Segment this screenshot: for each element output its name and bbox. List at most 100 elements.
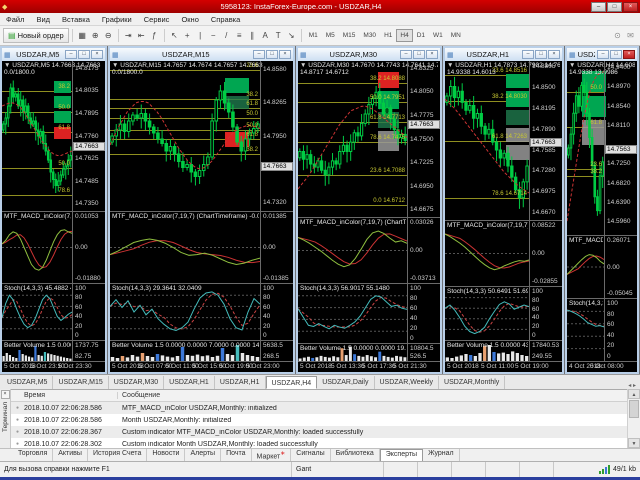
terminal-tab-1[interactable]: Активы: [53, 449, 88, 461]
terminal-tab-10[interactable]: Журнал: [423, 449, 460, 461]
terminal-tab-3[interactable]: Новости: [147, 449, 185, 461]
terminal-tab-9[interactable]: Эксперты: [380, 449, 423, 461]
timeframe-MN-button[interactable]: MN: [447, 29, 465, 42]
scroll-up-icon[interactable]: ▲: [628, 389, 640, 399]
chart-restore-button[interactable]: □: [266, 50, 278, 59]
chart-tab-USDZARH4[interactable]: USDZAR,H4: [266, 376, 318, 389]
menu-item-3[interactable]: Графики: [96, 15, 138, 24]
new-order-button[interactable]: ▤Новый ордер: [3, 28, 69, 43]
timeframe-D1-button[interactable]: D1: [413, 29, 429, 42]
chart-tab-USDZARWeekly[interactable]: USDZAR,Weekly: [375, 376, 440, 389]
timeframe-H4-button[interactable]: H4: [396, 29, 412, 42]
menu-item-6[interactable]: Справка: [205, 15, 246, 24]
timeframe-M1-button[interactable]: M1: [305, 29, 322, 42]
terminal-close-icon[interactable]: ×: [1, 390, 10, 399]
chart-close-button[interactable]: ×: [548, 50, 560, 59]
terminal-tab-8[interactable]: Библиотека: [331, 449, 380, 461]
chat-button[interactable]: ✉: [624, 28, 637, 43]
app-titlebar[interactable]: ◆ 5958123: InstaForex-Europe.com - USDZA…: [0, 0, 640, 13]
text-label-button[interactable]: T: [272, 28, 285, 43]
chart-body[interactable]: 38.250.061.850.078.6▼ USDZAR,M5 14.7663 …: [2, 61, 105, 372]
crosshair-button[interactable]: +: [181, 28, 194, 43]
indicators-button[interactable]: ƒ: [148, 28, 161, 43]
log-row[interactable]: ●2018.10.07 22:06:28.302Custom indicator…: [11, 438, 627, 448]
timeframe-M5-button[interactable]: M5: [322, 29, 339, 42]
log-row[interactable]: ●2018.10.07 22:06:28.367Custom indicator…: [11, 426, 627, 438]
chart-minimize-button[interactable]: –: [597, 50, 609, 59]
chart-close-button[interactable]: ×: [279, 50, 291, 59]
chart-tab-USDZARM30[interactable]: USDZAR,M30: [109, 376, 164, 389]
chart-window-titlebar[interactable]: ▦USDZAR,M5–□×: [2, 48, 105, 61]
chart-minimize-button[interactable]: –: [522, 50, 534, 59]
shapes-button[interactable]: ↘: [285, 28, 298, 43]
stoch-axis-label: 0: [410, 335, 414, 342]
chart-body[interactable]: 50.061.823.638.2▼ USDZAR,H4 14.608314.93…: [567, 61, 637, 372]
column-time[interactable]: Время: [11, 392, 118, 399]
chart-tab-USDZARM5[interactable]: USDZAR,M5: [2, 376, 53, 389]
vertical-line-button[interactable]: |: [194, 28, 207, 43]
timeframe-M30-button[interactable]: M30: [359, 29, 380, 42]
auto-scroll-button[interactable]: ⇤: [135, 28, 148, 43]
terminal-tab-5[interactable]: Почта: [221, 449, 251, 461]
app-minimize-button[interactable]: –: [591, 2, 606, 12]
zoom-out-button[interactable]: ⊖: [102, 28, 115, 43]
terminal-tab-4[interactable]: Алерты: [185, 449, 221, 461]
chart-close-button[interactable]: ×: [91, 50, 103, 59]
chart-restore-button[interactable]: □: [78, 50, 90, 59]
chart-tab-USDZARH1[interactable]: USDZAR,H1: [215, 376, 266, 389]
channels-button[interactable]: ∥: [246, 28, 259, 43]
chart-restore-button[interactable]: □: [610, 50, 622, 59]
chart-minimize-button[interactable]: –: [65, 50, 77, 59]
chart-restore-button[interactable]: □: [535, 50, 547, 59]
chart-minimize-button[interactable]: –: [253, 50, 265, 59]
timeframe-M15-button[interactable]: M15: [339, 29, 360, 42]
terminal-tab-6[interactable]: Маркет∗: [252, 449, 292, 461]
chart-tab-USDZARM15[interactable]: USDZAR,M15: [53, 376, 108, 389]
chart-body[interactable]: 23.638.261.850.050.061.838.2▼ USDZAR,M15…: [110, 61, 293, 372]
cursor-button[interactable]: ↖: [168, 28, 181, 43]
chart-window-titlebar[interactable]: ▦USDZAR,M15–□×: [110, 48, 293, 61]
chart-tab-USDZARH1[interactable]: USDZAR,H1: [164, 376, 215, 389]
menu-item-0[interactable]: Файл: [0, 15, 30, 24]
chart-restore-button[interactable]: □: [413, 50, 425, 59]
scroll-thumb[interactable]: [629, 400, 639, 418]
text-button[interactable]: A: [259, 28, 272, 43]
app-close-button[interactable]: ×: [623, 2, 638, 12]
zoom-in-button[interactable]: ⊕: [89, 28, 102, 43]
menu-item-1[interactable]: Вид: [30, 15, 56, 24]
terminal-tab-7[interactable]: Сигналы: [291, 449, 330, 461]
stoch-axis-label: 100: [607, 300, 618, 307]
terminal-tab-2[interactable]: История Счета: [88, 449, 147, 461]
menu-item-2[interactable]: Вставка: [56, 15, 96, 24]
terminal-scrollbar[interactable]: ▲ ▼: [627, 389, 640, 448]
menu-item-5[interactable]: Окно: [175, 15, 204, 24]
price-axis-label: 14.8805: [532, 63, 556, 70]
scroll-down-icon[interactable]: ▼: [628, 438, 640, 448]
trend-line-button[interactable]: /: [220, 28, 233, 43]
chart-window-titlebar[interactable]: ▦USDZAR,..–□×: [567, 48, 637, 61]
terminal-tab-0[interactable]: Торговля: [13, 449, 53, 461]
chart-shift-button[interactable]: ⇥: [122, 28, 135, 43]
timeframe-W1-button[interactable]: W1: [429, 29, 447, 42]
chart-window-titlebar[interactable]: ▦USDZAR,H1–□×: [445, 48, 562, 61]
chart-body[interactable]: 38.2 14.808850.0 14.795161.8 14.771378.6…: [298, 61, 440, 372]
chart-window-titlebar[interactable]: ▦USDZAR,M30–□×: [298, 48, 440, 61]
chart-close-button[interactable]: ×: [426, 50, 438, 59]
chart-minimize-button[interactable]: –: [400, 50, 412, 59]
search-button[interactable]: ⊙: [611, 28, 624, 43]
log-row[interactable]: ●2018.10.07 22:06:28.586Month USDZAR,Mon…: [11, 414, 627, 426]
chart-tab-USDZARMonthly[interactable]: USDZAR,Monthly: [439, 376, 505, 389]
menu-item-4[interactable]: Сервис: [138, 15, 176, 24]
chart-close-button[interactable]: ×: [623, 50, 635, 59]
chart-tab-USDZARDaily[interactable]: USDZAR,Daily: [317, 376, 374, 389]
time-axis: 5 Oct 20185 Oct 13:305 Oct 17:305 Oct 21…: [298, 362, 440, 372]
column-message[interactable]: Сообщение: [118, 392, 627, 399]
log-row[interactable]: ●2018.10.07 22:06:28.586MTF_MACD_inColor…: [11, 402, 627, 414]
horizontal-line-button[interactable]: −: [207, 28, 220, 43]
timeframe-H1-button[interactable]: H1: [380, 29, 396, 42]
fibonacci-button[interactable]: ≡: [233, 28, 246, 43]
chart-body[interactable]: 23.6 14.851638.2 14.803061.8 14.726378.6…: [445, 61, 562, 372]
fib-label: 61.8: [246, 101, 258, 107]
charts-button[interactable]: ▦: [76, 28, 89, 43]
app-restore-button[interactable]: □: [607, 2, 622, 12]
